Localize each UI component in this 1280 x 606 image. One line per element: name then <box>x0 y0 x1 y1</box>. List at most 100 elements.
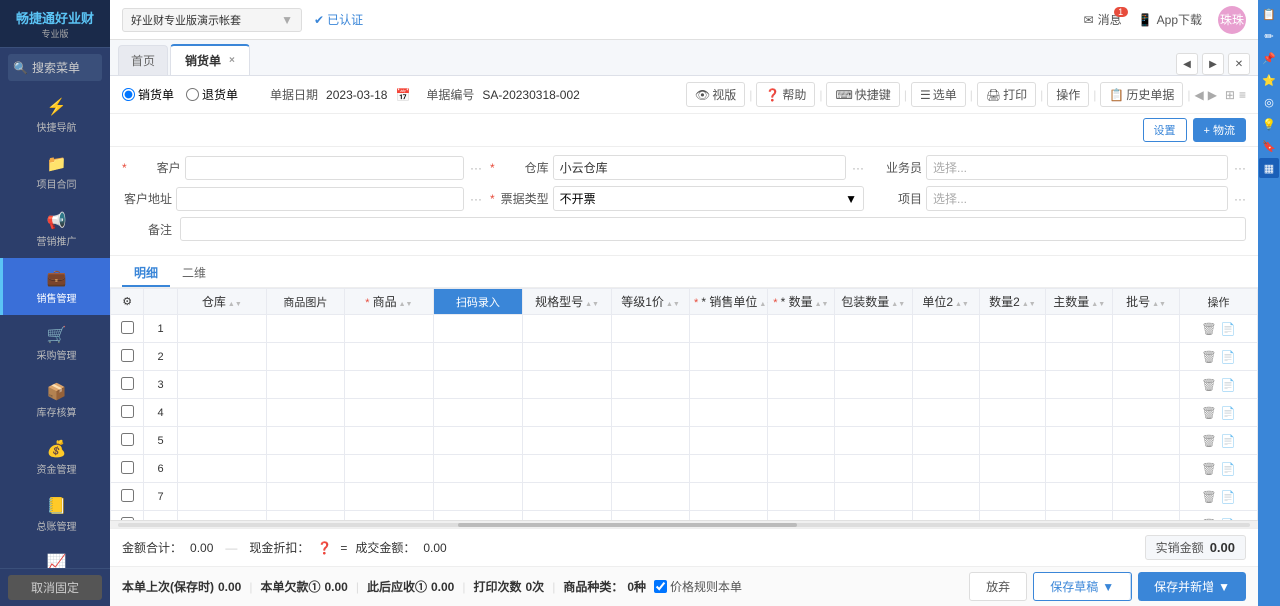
cell-product[interactable] <box>344 343 433 371</box>
messages-button[interactable]: ✉ 1 消息 <box>1084 11 1122 28</box>
rp-icon-5[interactable]: ◎ <box>1259 92 1279 112</box>
row-checkbox[interactable] <box>111 483 144 511</box>
cell-scan[interactable] <box>433 455 522 483</box>
row-checkbox[interactable] <box>111 343 144 371</box>
shortcut-button[interactable]: ⌨ 快捷键 <box>826 82 899 107</box>
row-delete-icon[interactable]: 🗑 <box>1201 378 1216 392</box>
cell-warehouse[interactable] <box>177 343 266 371</box>
cell-scan[interactable] <box>433 399 522 427</box>
tab-close-icon[interactable]: × <box>229 55 235 66</box>
abandon-button[interactable]: 放弃 <box>969 572 1027 601</box>
row-checkbox[interactable] <box>111 511 144 521</box>
cell-product[interactable] <box>344 455 433 483</box>
sidebar-item-reports[interactable]: 📈 发票管理 <box>0 543 110 568</box>
warehouse-picker[interactable]: ··· <box>852 161 864 175</box>
cell-quantity[interactable] <box>767 427 834 455</box>
rp-icon-6[interactable]: 💡 <box>1259 114 1279 134</box>
cell-warehouse[interactable] <box>177 399 266 427</box>
cell-quantity[interactable] <box>767 371 834 399</box>
sidebar-item-sales[interactable]: 💼 销售管理 <box>0 258 110 315</box>
row-copy-icon[interactable]: 📄 <box>1221 490 1236 504</box>
row-delete-icon[interactable]: 🗑 <box>1201 518 1216 521</box>
setup-button[interactable]: 设置 <box>1143 118 1187 142</box>
print-button[interactable]: 🖨 打印 <box>977 82 1036 107</box>
sidebar-item-inventory[interactable]: 📦 库存核算 <box>0 372 110 429</box>
user-avatar[interactable]: 珠珠 <box>1218 6 1246 34</box>
row-copy-icon[interactable]: 📄 <box>1221 518 1236 521</box>
sidebar-item-accounting[interactable]: 📒 总账管理 <box>0 486 110 543</box>
row-copy-icon[interactable]: 📄 <box>1221 406 1236 420</box>
cell-scan[interactable] <box>433 511 522 521</box>
sidebar-item-funds[interactable]: 💰 资金管理 <box>0 429 110 486</box>
price-rule-checkbox[interactable] <box>654 580 667 593</box>
cell-scan[interactable] <box>433 427 522 455</box>
footer-price-rule[interactable]: 价格规则本单 <box>654 578 742 595</box>
cell-warehouse[interactable] <box>177 455 266 483</box>
cell-scan[interactable] <box>433 315 522 343</box>
address-input[interactable] <box>176 187 464 211</box>
tab-detail[interactable]: 明细 <box>122 260 170 287</box>
rp-icon-1[interactable]: 📋 <box>1259 4 1279 24</box>
project-input[interactable]: 选择... <box>926 186 1228 211</box>
radio-sale-input[interactable] <box>122 88 135 101</box>
sidebar-item-purchase[interactable]: 🛒 采购管理 <box>0 315 110 372</box>
row-delete-icon[interactable]: 🗑 <box>1201 350 1216 364</box>
cell-quantity[interactable] <box>767 399 834 427</box>
tab-2d[interactable]: 二维 <box>170 260 218 287</box>
cell-warehouse[interactable] <box>177 427 266 455</box>
cell-product[interactable] <box>344 371 433 399</box>
help-button[interactable]: ❓ 帮助 <box>756 82 815 107</box>
tab-home[interactable]: 首页 <box>118 45 168 75</box>
address-picker[interactable]: ··· <box>470 192 482 206</box>
sidebar-item-projects[interactable]: 📁 项目合同 <box>0 144 110 201</box>
cell-quantity[interactable] <box>767 315 834 343</box>
calendar-icon[interactable]: 📅 <box>395 88 410 102</box>
app-download-button[interactable]: 📱 App下载 <box>1138 11 1202 28</box>
cell-warehouse[interactable] <box>177 483 266 511</box>
radio-return[interactable]: 退货单 <box>186 86 238 103</box>
col-warehouse[interactable]: 仓库▲▼ <box>177 289 266 315</box>
row-delete-icon[interactable]: 🗑 <box>1201 462 1216 476</box>
row-checkbox[interactable] <box>111 399 144 427</box>
sidebar-search[interactable]: 🔍 搜索菜单 <box>0 48 110 87</box>
logistics-button[interactable]: + 物流 <box>1193 118 1246 142</box>
row-delete-icon[interactable]: 🗑 <box>1201 406 1216 420</box>
row-copy-icon[interactable]: 📄 <box>1221 378 1236 392</box>
salesperson-input[interactable]: 选择... <box>926 155 1228 180</box>
customer-input[interactable] <box>185 156 464 180</box>
scroll-thumb[interactable] <box>458 523 798 527</box>
tab-next-button[interactable]: ▶ <box>1202 53 1224 75</box>
list-icon[interactable]: ≡ <box>1239 88 1246 102</box>
rp-icon-7[interactable]: 🔖 <box>1259 136 1279 156</box>
cell-product[interactable] <box>344 483 433 511</box>
cancel-fixed-button[interactable]: 取消固定 <box>8 575 102 600</box>
cell-product[interactable] <box>344 315 433 343</box>
row-copy-icon[interactable]: 📄 <box>1221 462 1236 476</box>
history-button[interactable]: 📋 历史单据 <box>1100 82 1183 107</box>
cell-warehouse[interactable] <box>177 315 266 343</box>
cell-quantity[interactable] <box>767 483 834 511</box>
table-scrollbar[interactable] <box>110 520 1258 528</box>
row-delete-icon[interactable]: 🗑 <box>1201 490 1216 504</box>
save-draft-button[interactable]: 保存草稿 ▼ <box>1034 573 1131 600</box>
tab-sales-order[interactable]: 销货单 × <box>170 44 250 75</box>
cell-product[interactable] <box>344 511 433 521</box>
cell-quantity[interactable] <box>767 343 834 371</box>
invoice-select[interactable]: 不开票 ▼ <box>553 186 864 211</box>
row-copy-icon[interactable]: 📄 <box>1221 322 1236 336</box>
col-settings[interactable]: ⚙ <box>111 289 144 315</box>
cell-product[interactable] <box>344 427 433 455</box>
cell-quantity[interactable] <box>767 455 834 483</box>
grid-icon[interactable]: ⊞ <box>1225 88 1235 102</box>
cell-warehouse[interactable] <box>177 511 266 521</box>
row-checkbox[interactable] <box>111 427 144 455</box>
tab-prev-button[interactable]: ◀ <box>1176 53 1198 75</box>
radio-return-input[interactable] <box>186 88 199 101</box>
customer-picker[interactable]: ··· <box>470 161 482 175</box>
salesperson-picker[interactable]: ··· <box>1234 161 1246 175</box>
rp-icon-4[interactable]: ⭐ <box>1259 70 1279 90</box>
sidebar-item-marketing[interactable]: 📢 营销推广 <box>0 201 110 258</box>
company-selector[interactable]: 好业财专业版演示帐套 ▼ <box>122 8 302 32</box>
rp-icon-8[interactable]: ▦ <box>1259 158 1279 178</box>
row-checkbox[interactable] <box>111 315 144 343</box>
